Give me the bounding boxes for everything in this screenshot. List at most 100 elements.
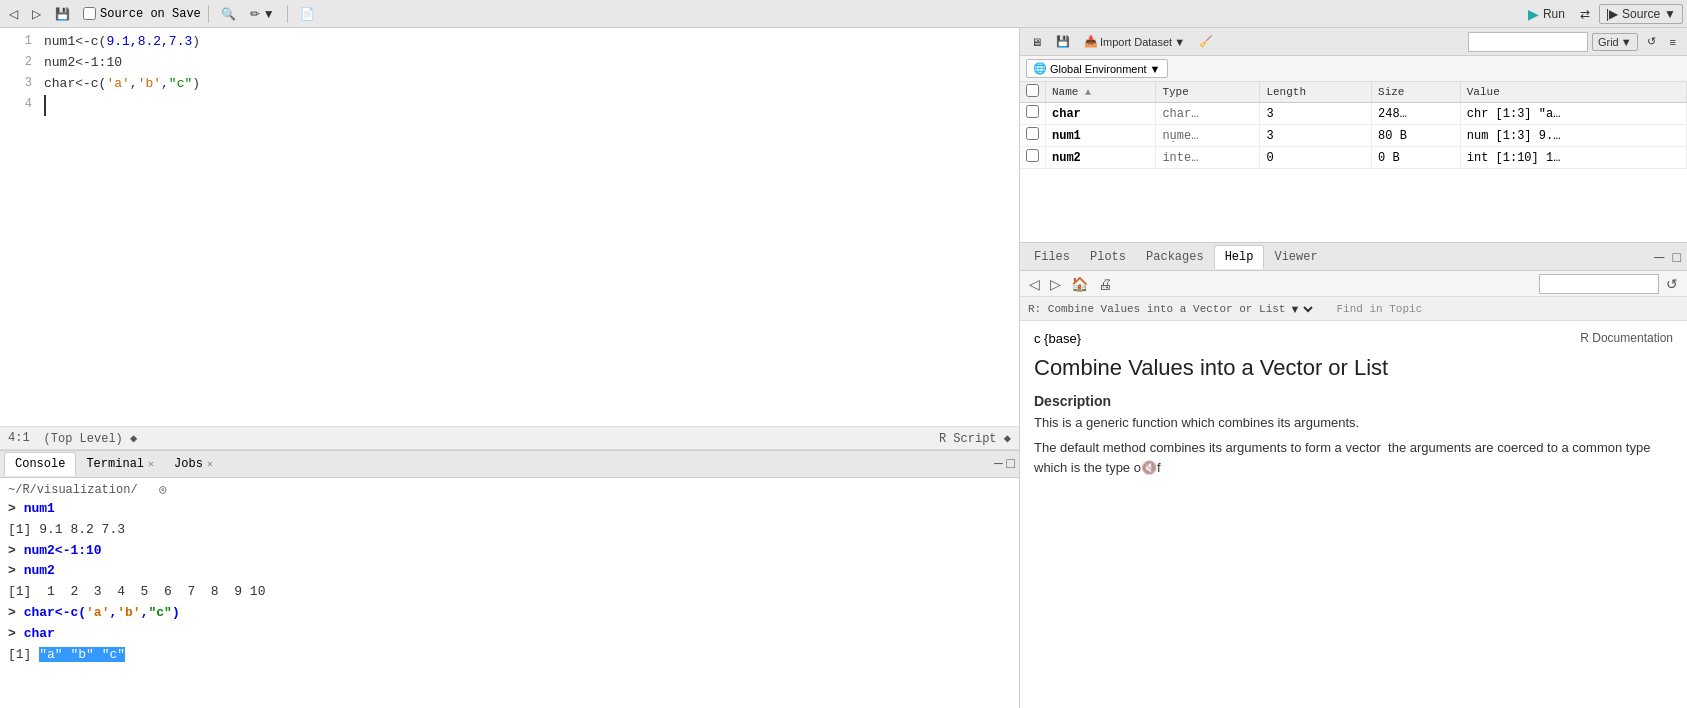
files-minimize-btn[interactable]: ─ <box>1653 247 1667 267</box>
right-panel: 🖥 💾 📥 Import Dataset ▼ 🧹 Grid ▼ ↺ <box>1020 28 1687 708</box>
files-tabs: Files Plots Packages Help Viewer ─ □ <box>1020 243 1687 271</box>
console-minimize-btn[interactable]: ─ <box>994 456 1002 472</box>
run-button[interactable]: ▶ Run <box>1522 4 1571 24</box>
editor-toolbar: ◁ ▷ 💾 Source on Save 🔍 ✏ ▼ 📄 ▶ Run ⇄ |▶ … <box>0 0 1687 28</box>
forward-button[interactable]: ▷ <box>27 5 46 23</box>
tab-help[interactable]: Help <box>1214 245 1265 269</box>
col-value[interactable]: Value <box>1460 82 1686 103</box>
row-num2-type: inte… <box>1156 147 1260 169</box>
editor-area[interactable]: 1 num1<-c(9.1,8.2,7.3) 2 num2<-1:10 3 ch… <box>0 28 1019 426</box>
help-forward-btn[interactable]: ▷ <box>1047 275 1064 293</box>
env-row-num2: num2 inte… 0 0 B int [1:10] 1… <box>1020 147 1687 169</box>
arrows-button[interactable]: ⇄ <box>1575 5 1595 23</box>
top-level[interactable]: (Top Level) ◆ <box>44 431 138 446</box>
tab-jobs[interactable]: Jobs ✕ <box>164 453 223 475</box>
find-button[interactable]: 🔍 <box>216 5 241 23</box>
row-num2-checkbox[interactable] <box>1020 147 1046 169</box>
line-number-2: 2 <box>8 53 32 72</box>
row-char-checkbox[interactable] <box>1020 103 1046 125</box>
global-env-btn[interactable]: 🌐 Global Environment ▼ <box>1026 59 1168 78</box>
col-size[interactable]: Size <box>1372 82 1461 103</box>
env-table: Name ▲ Type Length Size Value char char…… <box>1020 82 1687 242</box>
arrows-icon: ⇄ <box>1580 7 1590 21</box>
row-num1-checkbox[interactable] <box>1020 125 1046 147</box>
console-output-1: [1] 9.1 8.2 7.3 <box>8 522 125 537</box>
save-button[interactable]: 💾 <box>50 5 75 23</box>
toolbar-separator-2 <box>287 5 288 23</box>
grid-view-btn[interactable]: Grid ▼ <box>1592 33 1638 51</box>
back-button[interactable]: ◁ <box>4 5 23 23</box>
console-area[interactable]: ~/R/visualization/ ◎ > num1 [1] 9.1 8.2 … <box>0 478 1019 708</box>
toolbar-right: ▶ Run ⇄ |▶ Source ▼ <box>1522 4 1683 24</box>
viewer-tab-label: Viewer <box>1274 250 1317 264</box>
run-play-icon: ▶ <box>1528 6 1539 22</box>
row-char-value: chr [1:3] "a… <box>1460 103 1686 125</box>
import-dataset-btn[interactable]: 📥 Import Dataset ▼ <box>1079 33 1190 50</box>
code-cursor <box>44 95 54 116</box>
clear-env-btn[interactable]: 🧹 <box>1194 33 1218 50</box>
row-char-length: 3 <box>1260 103 1372 125</box>
extra-btn[interactable]: ≡ <box>1665 34 1681 50</box>
toolbar-separator-1 <box>208 5 209 23</box>
console-prompt-1: > <box>8 501 16 516</box>
select-all-checkbox[interactable] <box>1026 84 1039 97</box>
source-pipe-icon: |▶ <box>1606 7 1618 21</box>
compile-button[interactable]: 📄 <box>295 5 320 23</box>
help-search-input[interactable] <box>1539 274 1659 294</box>
env-row-num1: num1 nụme… 3 80 B num [1:3] 9.… <box>1020 125 1687 147</box>
refresh-btn[interactable]: ↺ <box>1642 33 1661 50</box>
tab-console[interactable]: Console <box>4 452 76 476</box>
console-line-1: > num1 <box>8 499 1011 520</box>
tab-viewer[interactable]: Viewer <box>1264 246 1327 268</box>
col-checkbox[interactable] <box>1020 82 1046 103</box>
sort-arrow: ▲ <box>1085 87 1091 98</box>
help-home-btn[interactable]: 🏠 <box>1068 275 1091 293</box>
tab-files[interactable]: Files <box>1024 246 1080 268</box>
help-print-btn[interactable]: 🖨 <box>1095 275 1115 293</box>
source-on-save-checkbox[interactable] <box>83 7 96 20</box>
row-num1-name: num1 <box>1046 125 1156 147</box>
import-label: Import Dataset <box>1100 36 1172 48</box>
help-package: c {base} R Documentation <box>1034 331 1673 346</box>
tab-terminal[interactable]: Terminal ✕ <box>76 453 164 475</box>
col-name[interactable]: Name ▲ <box>1046 82 1156 103</box>
row-num2-length: 0 <box>1260 147 1372 169</box>
env-icon-btn[interactable]: 🖥 <box>1026 34 1047 50</box>
help-refresh-btn[interactable]: ↺ <box>1663 275 1681 293</box>
import-icon: 📥 <box>1084 35 1098 48</box>
console-highlight: "a" "b" "c" <box>39 647 125 662</box>
code-button[interactable]: ✏ ▼ <box>245 5 280 23</box>
console-tabs: Console Terminal ✕ Jobs ✕ ─ □ <box>0 450 1019 478</box>
save-icon: 💾 <box>55 7 70 21</box>
tab-packages[interactable]: Packages <box>1136 246 1214 268</box>
files-tab-label: Files <box>1034 250 1070 264</box>
help-path-dropdown[interactable]: ▼ <box>1285 302 1316 316</box>
env-search-input[interactable] <box>1468 32 1588 52</box>
line-number-1: 1 <box>8 32 32 51</box>
script-type[interactable]: R Script ◆ <box>939 431 1011 446</box>
console-prompt-2: > <box>8 543 16 558</box>
help-content[interactable]: c {base} R Documentation Combine Values … <box>1020 321 1687 708</box>
console-output-2: [1] 1 2 3 4 5 6 7 8 9 10 <box>8 584 265 599</box>
row-char-type: char… <box>1156 103 1260 125</box>
tab-plots[interactable]: Plots <box>1080 246 1136 268</box>
save-env-icon: 💾 <box>1056 35 1070 48</box>
console-maximize-btn[interactable]: □ <box>1007 456 1015 472</box>
col-length[interactable]: Length <box>1260 82 1372 103</box>
help-navigation: ◁ ▷ 🏠 🖨 ↺ <box>1020 271 1687 297</box>
files-maximize-btn[interactable]: □ <box>1671 247 1683 267</box>
source-button[interactable]: |▶ Source ▼ <box>1599 4 1683 24</box>
line-number-3: 3 <box>8 74 32 93</box>
help-pkg-label: c {base} <box>1034 331 1081 346</box>
row-num1-type: nụme… <box>1156 125 1260 147</box>
editor-content[interactable]: 1 num1<-c(9.1,8.2,7.3) 2 num2<-1:10 3 ch… <box>0 28 1019 426</box>
save-env-btn[interactable]: 💾 <box>1051 33 1075 50</box>
help-back-btn[interactable]: ◁ <box>1026 275 1043 293</box>
help-rdoc-label: R Documentation <box>1580 331 1673 345</box>
col-type[interactable]: Type <box>1156 82 1260 103</box>
jobs-close-icon[interactable]: ✕ <box>207 458 213 470</box>
environment-toolbar: 🖥 💾 📥 Import Dataset ▼ 🧹 Grid ▼ ↺ <box>1020 28 1687 56</box>
code-text-2: num2<-1:10 <box>44 53 122 74</box>
terminal-close-icon[interactable]: ✕ <box>148 458 154 470</box>
code-line-2: 2 num2<-1:10 <box>0 53 1019 74</box>
